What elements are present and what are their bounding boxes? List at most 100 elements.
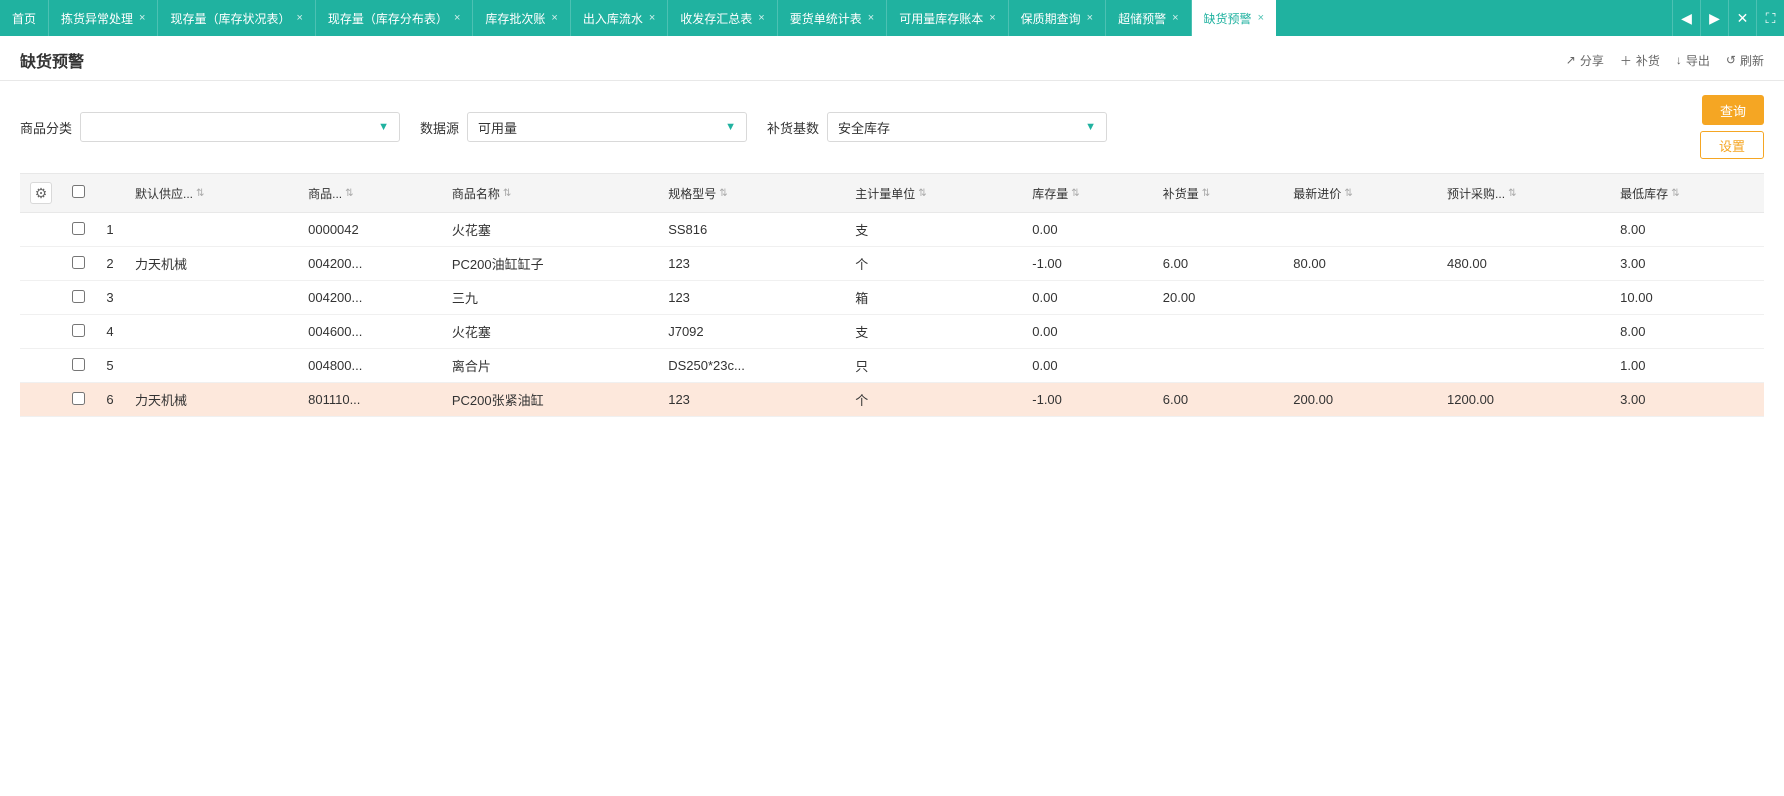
col-stock[interactable]: 库存量 ⇅ (1022, 174, 1153, 213)
row-checkbox[interactable] (72, 358, 85, 371)
tab-inout-flow[interactable]: 出入库流水 × (571, 0, 668, 36)
row-checkbox[interactable] (72, 324, 85, 337)
tab-batch-account-close[interactable]: × (551, 12, 557, 24)
tab-inventory-dist-close[interactable]: × (454, 12, 460, 24)
replenish-base-arrow-icon: ▼ (1085, 121, 1096, 133)
table-row: 4 004600... 火花塞 J7092 支 0.00 8.00 (20, 315, 1764, 349)
row-goods-code: 004200... (298, 247, 442, 281)
row-settings-cell (20, 315, 62, 349)
col-latest-price-label: 最新进价 (1293, 185, 1341, 202)
replenish-base-select[interactable]: 安全库存 ▼ (827, 112, 1107, 142)
row-num: 5 (95, 349, 125, 383)
col-stock-sort-icon: ⇅ (1071, 188, 1079, 199)
tab-inventory-status[interactable]: 现存量（库存状况表） × (158, 0, 315, 36)
tab-next-btn[interactable]: ▶ (1700, 0, 1728, 36)
row-latest-price: 200.00 (1283, 383, 1437, 417)
tab-inventory-dist[interactable]: 现存量（库存分布表） × (316, 0, 473, 36)
tab-inventory-status-close[interactable]: × (296, 12, 302, 24)
tab-expiry-query[interactable]: 保质期查询 × (1009, 0, 1106, 36)
tab-overstock[interactable]: 超储预警 × (1106, 0, 1191, 36)
tab-inout-flow-close[interactable]: × (649, 12, 655, 24)
row-replenish-qty: 6.00 (1153, 247, 1284, 281)
select-all-checkbox[interactable] (72, 185, 85, 198)
table-row: 3 004200... 三九 123 箱 0.00 20.00 10.00 (20, 281, 1764, 315)
category-filter-group: 商品分类 ▼ (20, 112, 400, 142)
tab-expand-btn[interactable]: ⛶ (1756, 0, 1784, 36)
tab-overstock-close[interactable]: × (1172, 12, 1178, 24)
row-goods-name: PC200张紧油缸 (442, 383, 658, 417)
row-supplier (125, 349, 298, 383)
col-supplier-label: 默认供应... (135, 185, 193, 202)
row-est-purchase (1437, 213, 1610, 247)
tab-available-ledger-label: 可用量库存账本 (899, 10, 983, 27)
tab-batch-account[interactable]: 库存批次账 × (473, 0, 570, 36)
row-settings-cell (20, 349, 62, 383)
row-stock: 0.00 (1022, 281, 1153, 315)
col-checkbox-header (62, 174, 95, 213)
row-latest-price: 80.00 (1283, 247, 1437, 281)
col-min-stock[interactable]: 最低库存 ⇅ (1610, 174, 1764, 213)
datasource-arrow-icon: ▼ (725, 121, 736, 133)
replenish-button[interactable]: ＋ 补货 (1620, 52, 1660, 69)
share-button[interactable]: ↗ 分享 (1566, 52, 1604, 69)
col-latest-price[interactable]: 最新进价 ⇅ (1283, 174, 1437, 213)
category-select[interactable]: ▼ (80, 112, 400, 142)
row-checkbox-cell (62, 281, 95, 315)
export-button[interactable]: ↓ 导出 (1676, 52, 1710, 69)
tab-available-ledger[interactable]: 可用量库存账本 × (887, 0, 1008, 36)
tab-receive-summary-close[interactable]: × (758, 12, 764, 24)
tab-shortage[interactable]: 缺货预警 × (1192, 0, 1276, 36)
col-unit-label: 主计量单位 (855, 185, 915, 202)
tab-requisition-stat[interactable]: 要货单统计表 × (778, 0, 887, 36)
row-num: 3 (95, 281, 125, 315)
col-supplier-sort-icon: ⇅ (196, 188, 204, 199)
tab-shortage-close[interactable]: × (1258, 12, 1264, 24)
tab-close-btn[interactable]: ✕ (1728, 0, 1756, 36)
row-checkbox-cell (62, 213, 95, 247)
row-checkbox[interactable] (72, 222, 85, 235)
tab-available-ledger-close[interactable]: × (989, 12, 995, 24)
tab-home[interactable]: 首页 (0, 0, 49, 36)
col-spec[interactable]: 规格型号 ⇅ (658, 174, 845, 213)
settings-button[interactable]: 设置 (1700, 131, 1764, 159)
refresh-icon: ↺ (1726, 53, 1736, 67)
tab-requisition-stat-close[interactable]: × (868, 12, 874, 24)
tab-exception[interactable]: 拣货异常处理 × (49, 0, 158, 36)
row-checkbox[interactable] (72, 290, 85, 303)
row-unit: 只 (845, 349, 1022, 383)
row-replenish-qty (1153, 213, 1284, 247)
category-arrow-icon: ▼ (378, 121, 389, 133)
datasource-label: 数据源 (420, 118, 459, 137)
col-min-stock-sort-icon: ⇅ (1671, 188, 1679, 199)
table-settings-icon[interactable]: ⚙ (30, 182, 52, 204)
row-stock: -1.00 (1022, 383, 1153, 417)
row-num: 2 (95, 247, 125, 281)
col-replenish-qty[interactable]: 补货量 ⇅ (1153, 174, 1284, 213)
row-est-purchase: 480.00 (1437, 247, 1610, 281)
col-supplier[interactable]: 默认供应... ⇅ (125, 174, 298, 213)
tab-exception-close[interactable]: × (139, 12, 145, 24)
col-goods-name[interactable]: 商品名称 ⇅ (442, 174, 658, 213)
replenish-base-label: 补货基数 (767, 118, 819, 137)
tab-prev-btn[interactable]: ◀ (1672, 0, 1700, 36)
col-spec-label: 规格型号 (668, 185, 716, 202)
tab-receive-summary[interactable]: 收发存汇总表 × (668, 0, 777, 36)
tab-batch-account-label: 库存批次账 (485, 10, 545, 27)
col-est-purchase[interactable]: 预计采购... ⇅ (1437, 174, 1610, 213)
refresh-button[interactable]: ↺ 刷新 (1726, 52, 1764, 69)
tab-expiry-query-close[interactable]: × (1087, 12, 1093, 24)
row-checkbox[interactable] (72, 392, 85, 405)
tab-exception-label: 拣货异常处理 (61, 10, 133, 27)
row-latest-price (1283, 213, 1437, 247)
tab-inventory-dist-label: 现存量（库存分布表） (328, 10, 448, 27)
row-replenish-qty (1153, 349, 1284, 383)
filter-bar: 商品分类 ▼ 数据源 可用量 ▼ 补货基数 安全库存 ▼ 查询 设置 (0, 81, 1784, 173)
query-button[interactable]: 查询 (1702, 95, 1764, 125)
col-replenish-qty-sort-icon: ⇅ (1202, 188, 1210, 199)
col-goods-name-sort-icon: ⇅ (503, 188, 511, 199)
row-checkbox[interactable] (72, 256, 85, 269)
col-goods-code[interactable]: 商品... ⇅ (298, 174, 442, 213)
col-unit[interactable]: 主计量单位 ⇅ (845, 174, 1022, 213)
datasource-select[interactable]: 可用量 ▼ (467, 112, 747, 142)
table-row: 6 力天机械 801110... PC200张紧油缸 123 个 -1.00 6… (20, 383, 1764, 417)
